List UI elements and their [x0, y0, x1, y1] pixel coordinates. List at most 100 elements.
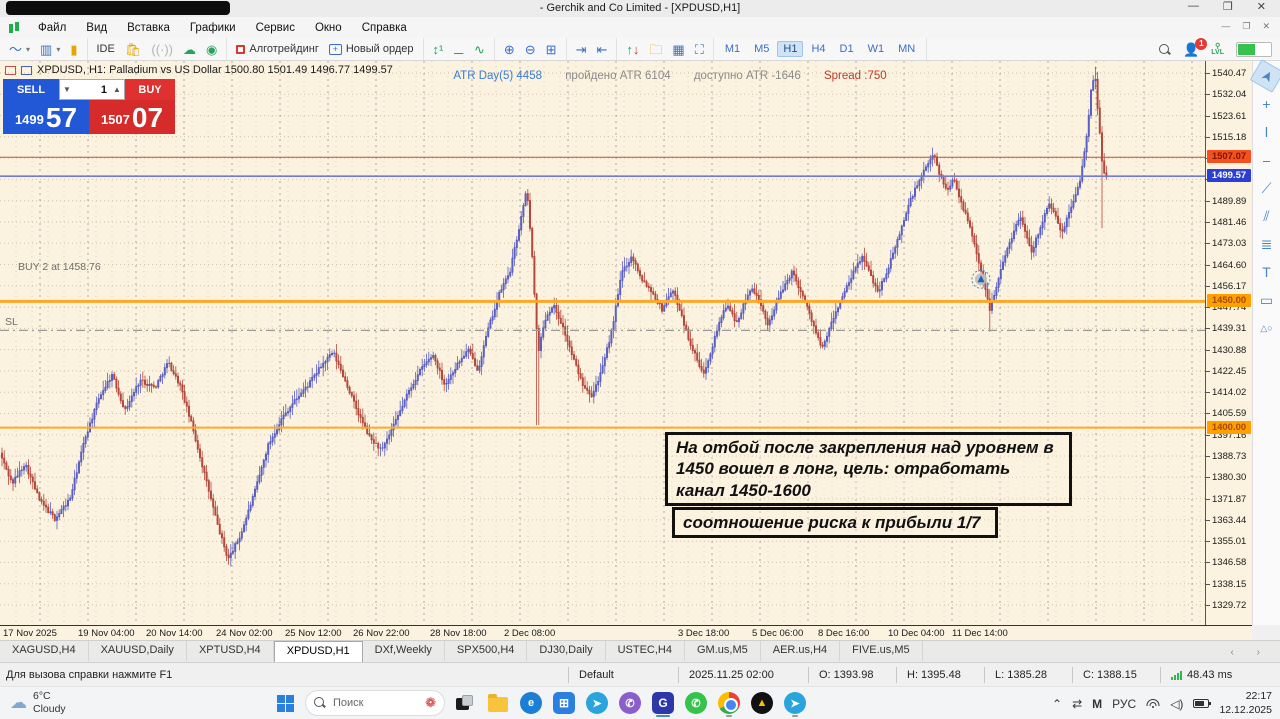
clock-widget[interactable]: 22:17 12.12.2025 — [1219, 690, 1272, 717]
cursor-tool-icon[interactable]: ➤ — [1249, 59, 1280, 93]
trendline-tool-icon[interactable]: ⟋ — [1255, 175, 1279, 201]
timeframe-h4[interactable]: H4 — [805, 41, 831, 57]
tab-scroll-arrows[interactable]: ‹ › — [1231, 647, 1270, 658]
arrows-updown-icon[interactable]: ↑↓ — [622, 41, 643, 58]
connection-toggle[interactable] — [1236, 42, 1272, 57]
chart-tab-dxf[interactable]: DXf,Weekly — [363, 641, 445, 661]
shapes-tool-icon[interactable]: △○ — [1255, 315, 1279, 341]
chart-tab-xagusd[interactable]: XAGUSD,H4 — [0, 641, 89, 661]
history-folder-button[interactable]: 🗀 — [645, 41, 666, 58]
rectangle-tool-icon[interactable]: ▭ — [1255, 287, 1279, 313]
price-axis[interactable]: 1540.471532.041523.611515.181506.751498.… — [1205, 61, 1252, 625]
volume-icon[interactable]: ◁) — [1170, 697, 1183, 711]
text-tool-icon[interactable]: T — [1255, 259, 1279, 285]
telegram2-button[interactable]: ➤ — [782, 690, 808, 717]
bid-price-box[interactable]: 1499 57 — [3, 100, 89, 134]
minimize-button[interactable]: — — [1188, 0, 1199, 13]
calculator-button[interactable]: ▦ — [668, 41, 688, 58]
signals-button[interactable]: ((·)) — [147, 41, 177, 58]
zoom-in-button[interactable]: ⊕ — [500, 41, 519, 58]
task-view-button[interactable] — [452, 690, 478, 716]
chart-tab-dj30[interactable]: DJ30,Daily — [527, 641, 606, 661]
child-restore-button[interactable]: ❐ — [1242, 21, 1250, 32]
sell-button[interactable]: SELL — [3, 79, 59, 100]
volume-decrease-icon[interactable]: ▼ — [60, 85, 74, 94]
ide-button[interactable]: IDE — [93, 41, 119, 57]
algo-trading-button[interactable]: Алготрейдинг — [232, 41, 322, 57]
chart-canvas[interactable]: XPDUSD, H1: Palladium vs US Dollar 1500.… — [0, 61, 1205, 625]
buy-button[interactable]: BUY — [125, 79, 175, 100]
timeframe-m1[interactable]: M1 — [719, 41, 746, 57]
chart-tab-aer.us[interactable]: AER.us,H4 — [761, 641, 841, 661]
battery-icon[interactable] — [1193, 699, 1212, 708]
whatsapp-button[interactable]: ✆ — [683, 690, 709, 716]
screenshot-button[interactable]: ⛶ — [691, 41, 708, 58]
zoom-out-button[interactable]: ⊖ — [521, 41, 540, 58]
menu-item-вставка[interactable]: Вставка — [117, 19, 180, 37]
chart-window-button[interactable]: ▥ ▾ — [36, 41, 64, 58]
taskbar-search-input[interactable]: Поиск ❁ — [305, 690, 445, 716]
store-button[interactable]: ⊞ — [551, 690, 577, 716]
search-icon[interactable] — [1159, 43, 1171, 56]
telegram-button[interactable]: ➤ — [584, 690, 610, 716]
new-order-button[interactable]: + Новый ордер — [325, 41, 418, 57]
profile-selector[interactable]: Default — [568, 666, 678, 683]
chart-profile-button[interactable]: 〜 ▾ — [5, 41, 34, 58]
menu-item-графики[interactable]: Графики — [180, 19, 246, 37]
chart-tab-xpdusd[interactable]: XPDUSD,H1 — [273, 641, 363, 662]
bars-style-button[interactable]: 𝍠 — [449, 41, 468, 58]
timeframe-h1[interactable]: H1 — [777, 41, 804, 57]
close-button[interactable]: ✕ — [1257, 0, 1266, 13]
file-explorer-button[interactable] — [485, 690, 511, 716]
alfa-app-button[interactable]: ▲ — [749, 690, 775, 716]
channel-tool-icon[interactable]: ⫽ — [1255, 203, 1279, 229]
chart-tab-ustec[interactable]: USTEC,H4 — [606, 641, 685, 661]
crosshair-tool-icon[interactable]: + — [1255, 91, 1279, 117]
tray-expand-icon[interactable]: ⌃ — [1052, 697, 1062, 711]
child-minimize-button[interactable]: — — [1221, 21, 1230, 32]
chart-tab-gm.us[interactable]: GM.us,M5 — [685, 641, 761, 661]
menu-item-сервис[interactable]: Сервис — [246, 19, 305, 37]
chart-tab-spx500[interactable]: SPX500,H4 — [445, 641, 528, 661]
menu-item-файл[interactable]: Файл — [28, 19, 76, 37]
menu-item-вид[interactable]: Вид — [76, 19, 117, 37]
vertical-line-tool-icon[interactable]: ǀ — [1255, 119, 1279, 145]
wifi-icon[interactable] — [1146, 698, 1160, 709]
auto-scroll-button[interactable]: ⇤ — [592, 41, 611, 58]
edge-button[interactable]: e — [518, 690, 544, 716]
volume-input[interactable]: 1 — [74, 84, 110, 96]
start-button[interactable] — [272, 690, 298, 716]
risk-reward-annotation[interactable]: соотношение риска к прибыли 1/7 — [672, 507, 998, 539]
tray-sync-icon[interactable]: ⇄ — [1072, 697, 1082, 711]
menu-item-справка[interactable]: Справка — [352, 19, 417, 37]
notifications-icon[interactable]: 👤 1 — [1183, 37, 1208, 58]
timeframe-w1[interactable]: W1 — [862, 41, 891, 57]
connection-status[interactable]: 48.43 ms — [1160, 666, 1280, 683]
fibo-tool-icon[interactable]: ≣ — [1255, 231, 1279, 257]
weather-widget[interactable]: ☁ 6°C Cloudy — [10, 690, 66, 715]
community-button[interactable]: ◉ — [202, 41, 221, 58]
viber-button[interactable]: ✆ — [617, 690, 643, 716]
cloud-button[interactable]: ☁ — [179, 41, 200, 58]
metatrader-tray-icon[interactable]: M — [1092, 697, 1102, 711]
chart-tab-xauusd[interactable]: XAUUSD,Daily — [89, 641, 187, 661]
trade-idea-annotation[interactable]: На отбой после закрепления над уровнем в… — [665, 432, 1072, 506]
market-button[interactable]: 🛍 — [121, 41, 146, 58]
timeframe-mn[interactable]: MN — [892, 41, 921, 57]
volume-increase-icon[interactable]: ▲ — [110, 85, 124, 94]
volume-stepper[interactable]: ▼ 1 ▲ — [59, 79, 125, 100]
chrome-button[interactable] — [716, 690, 742, 717]
crosshair-tool-button[interactable]: ↕¹ — [429, 41, 448, 58]
horizontal-line-tool-icon[interactable]: ⎯ — [1255, 147, 1279, 173]
chart-tab-xptusd[interactable]: XPTUSD,H4 — [187, 641, 274, 661]
tile-windows-button[interactable]: ⊞ — [542, 41, 561, 58]
chart-tab-five.us[interactable]: FIVE.us,M5 — [840, 641, 923, 661]
line-style-button[interactable]: ∿ — [470, 41, 489, 58]
gerchik-app-button[interactable]: G — [650, 690, 676, 717]
child-close-button[interactable]: ✕ — [1262, 21, 1270, 32]
language-indicator[interactable]: РУС — [1112, 697, 1136, 711]
time-axis[interactable]: 17 Nov 2025 19 Nov 04:00 20 Nov 14:00 24 No… — [0, 625, 1252, 640]
candlestick-chart[interactable] — [0, 61, 1205, 625]
shift-end-button[interactable]: ⇥ — [572, 41, 591, 58]
timeframe-m5[interactable]: M5 — [748, 41, 775, 57]
